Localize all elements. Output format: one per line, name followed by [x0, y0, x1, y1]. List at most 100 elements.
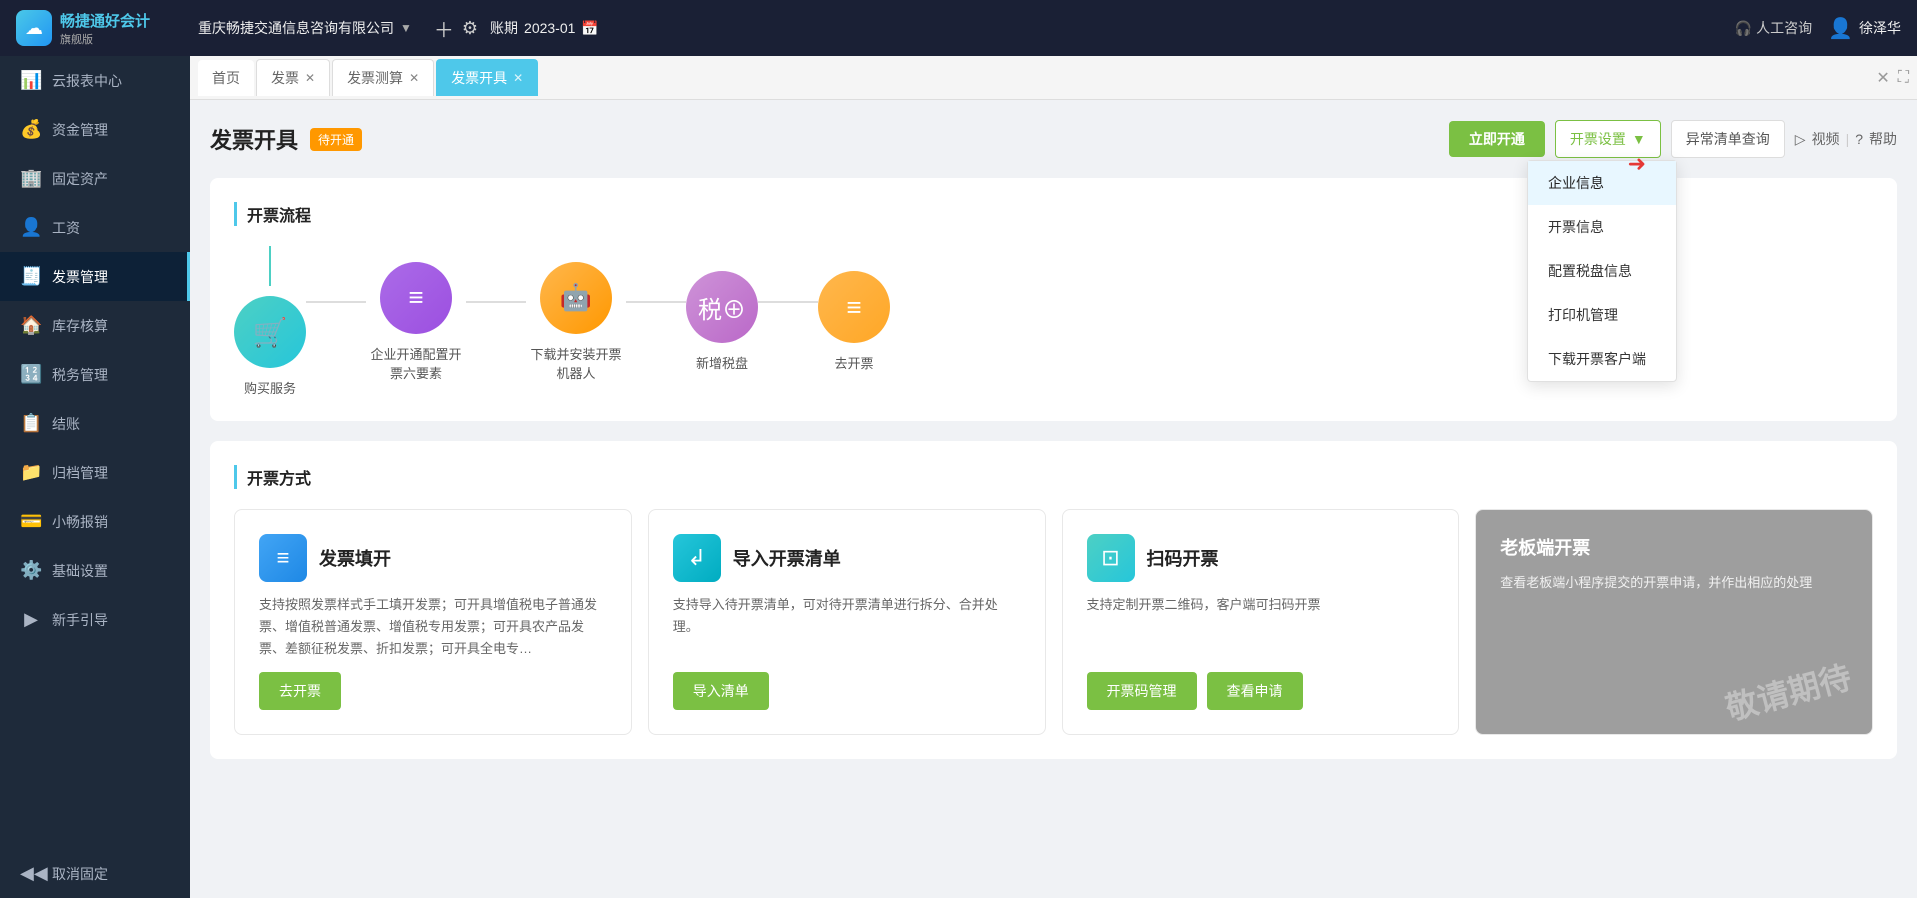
sidebar-item-basic-settings[interactable]: ⚙️ 基础设置	[0, 546, 190, 595]
sidebar-item-xiao-bao[interactable]: 💳 小畅报销	[0, 497, 190, 546]
tab-bar: 首页 发票 ✕ 发票测算 ✕ 发票开具 ✕ ✕ ⛶	[190, 56, 1917, 100]
tab-invoice[interactable]: 发票 ✕	[256, 59, 330, 96]
import-list-title: 导入开票清单	[733, 545, 841, 571]
tax-icon: 🔢	[20, 364, 42, 385]
dropdown-item-tax-config[interactable]: 配置税盘信息	[1528, 249, 1676, 293]
cancel-fixed-icon: ◀◀	[20, 863, 42, 884]
sidebar-item-cancel-fixed[interactable]: ◀◀ 取消固定	[0, 849, 190, 898]
scan-invoice-icon: ⊡	[1087, 534, 1135, 582]
user-avatar: 👤	[1828, 16, 1853, 41]
download-robot-label: 下载并安装开票机器人	[526, 344, 626, 382]
methods-section: 开票方式 ≡ 发票填开 支持按照发票样式手工填开发票；可开具增值税电子普通发票、…	[210, 441, 1897, 759]
period-value: 2023-01	[524, 20, 575, 36]
content-area: 首页 发票 ✕ 发票测算 ✕ 发票开具 ✕ ✕ ⛶	[190, 56, 1917, 898]
inventory-icon: 🏠	[20, 315, 42, 336]
sidebar-item-tax-mgmt[interactable]: 🔢 税务管理	[0, 350, 190, 399]
boss-invoice-title: 老板端开票	[1500, 534, 1590, 560]
company-name: 重庆畅捷交通信息咨询有限公司	[198, 18, 394, 38]
buy-service-icon: 🛒	[234, 296, 306, 368]
dropdown-item-invoice-info[interactable]: 开票信息	[1528, 205, 1676, 249]
boss-invoice-desc: 查看老板端小程序提交的开票申请，并作出相应的处理	[1500, 572, 1848, 594]
activate-button[interactable]: 立即开通	[1449, 121, 1545, 157]
app-edition: 旗舰版	[60, 31, 150, 47]
user-name: 徐泽华	[1859, 18, 1901, 38]
sidebar-item-invoice-mgmt[interactable]: 🧾 发票管理	[0, 252, 190, 301]
flow-step-config-enterprise: ≡ 企业开通配置开票六要素	[366, 262, 466, 382]
tab-invoice-calc[interactable]: 发票测算 ✕	[332, 59, 434, 96]
add-tax-disk-icon: 税⊕	[686, 271, 758, 343]
sidebar-item-fund-mgmt[interactable]: 💰 资金管理	[0, 105, 190, 154]
add-icon[interactable]: ＋	[434, 14, 454, 43]
sidebar-item-accounting[interactable]: 📋 结账	[0, 399, 190, 448]
tab-invoice-label: 发票	[271, 68, 299, 88]
buy-service-label: 购买服务	[244, 378, 296, 397]
user-info[interactable]: 👤 徐泽华	[1828, 16, 1901, 41]
support-link[interactable]: 🎧 人工咨询	[1735, 18, 1812, 38]
page-title: 发票开具	[210, 123, 298, 155]
help-icon[interactable]: ?	[1855, 131, 1863, 147]
scan-invoice-desc: 支持定制开票二维码，客户端可扫码开票	[1087, 594, 1435, 616]
scan-invoice-title: 扫码开票	[1147, 545, 1219, 571]
new-guide-icon: ▶	[20, 609, 42, 630]
anomaly-button[interactable]: 异常清单查询	[1671, 120, 1785, 158]
settings-icon[interactable]: ⚙	[462, 18, 478, 39]
video-help: ▷ 视频 | ? 帮助	[1795, 129, 1897, 149]
close-invoice-issue-tab-icon[interactable]: ✕	[513, 71, 523, 85]
period-label: 账期 2023-01 📅	[490, 18, 599, 38]
flow-step-download-robot: 🤖 下载并安装开票机器人	[526, 262, 626, 382]
download-robot-icon: 🤖	[540, 262, 612, 334]
dropdown-item-printer-mgmt[interactable]: 打印机管理	[1528, 293, 1676, 337]
method-card-scan-invoice: ⊡ 扫码开票 支持定制开票二维码，客户端可扫码开票 开票码管理 查看申请	[1062, 509, 1460, 735]
period-text: 账期	[490, 18, 518, 38]
logo-area: ☁ 畅捷通好会计 旗舰版	[16, 10, 176, 47]
method-card-import-list: ↲ 导入开票清单 支持导入待开票清单，可对待开票清单进行拆分、合并处理。 导入清…	[648, 509, 1046, 735]
close-window-icon[interactable]: ✕	[1876, 68, 1889, 88]
sidebar-item-archive[interactable]: 📁 归档管理	[0, 448, 190, 497]
invoice-mgmt-icon: 🧾	[20, 266, 42, 287]
dropdown-item-company-info[interactable]: 企业信息	[1528, 161, 1676, 205]
support-label: 人工咨询	[1756, 18, 1812, 38]
manual-fill-button[interactable]: 去开票	[259, 672, 341, 710]
view-application-button[interactable]: 查看申请	[1207, 672, 1303, 710]
page-actions: 立即开通 开票设置 ▼ 异常清单查询 ▷ 视频 | ? 帮助	[1449, 120, 1897, 158]
import-list-desc: 支持导入待开票清单，可对待开票清单进行拆分、合并处理。	[673, 594, 1021, 638]
dropdown-item-download-client[interactable]: 下载开票客户端	[1528, 337, 1676, 381]
import-list-button[interactable]: 导入清单	[673, 672, 769, 710]
page-content: 发票开具 待开通 立即开通 开票设置 ▼ 异常清单查询 ▷ 视频	[190, 100, 1917, 898]
flow-step-buy-service: 🛒 购买服务	[234, 246, 306, 397]
company-selector[interactable]: 重庆畅捷交通信息咨询有限公司 ▼	[188, 12, 422, 44]
sidebar-item-cloud-report[interactable]: 📊 云报表中心	[0, 56, 190, 105]
settings-button-label: 开票设置	[1570, 129, 1626, 149]
logo-icon: ☁	[16, 10, 52, 46]
sidebar-item-fixed-assets[interactable]: 🏢 固定资产	[0, 154, 190, 203]
tab-home-label: 首页	[212, 68, 240, 88]
tab-invoice-calc-label: 发票测算	[347, 68, 403, 88]
manual-fill-title: 发票填开	[319, 545, 391, 571]
tab-home[interactable]: 首页	[198, 60, 254, 96]
play-icon[interactable]: ▷	[1795, 131, 1806, 148]
sidebar-item-new-guide[interactable]: ▶ 新手引导	[0, 595, 190, 644]
top-bar: ☁ 畅捷通好会计 旗舰版 重庆畅捷交通信息咨询有限公司 ▼ ＋ ⚙ 账期 202…	[0, 0, 1917, 56]
close-invoice-tab-icon[interactable]: ✕	[305, 71, 315, 85]
app-name: 畅捷通好会计	[60, 10, 150, 31]
red-arrow: ➜	[1628, 151, 1646, 177]
maximize-icon[interactable]: ⛶	[1898, 69, 1909, 87]
calendar-icon[interactable]: 📅	[581, 20, 598, 37]
sidebar-item-payroll[interactable]: 👤 工资	[0, 203, 190, 252]
close-invoice-calc-tab-icon[interactable]: ✕	[409, 71, 419, 85]
sidebar-item-inventory[interactable]: 🏠 库存核算	[0, 301, 190, 350]
connector-1	[306, 301, 366, 303]
basic-settings-icon: ⚙️	[20, 560, 42, 581]
accounting-icon: 📋	[20, 413, 42, 434]
tab-invoice-issue[interactable]: 发票开具 ✕	[436, 59, 538, 96]
connector-4	[758, 301, 818, 303]
methods-section-title: 开票方式	[234, 465, 1873, 489]
invoice-code-mgmt-button[interactable]: 开票码管理	[1087, 672, 1197, 710]
config-enterprise-label: 企业开通配置开票六要素	[366, 344, 466, 382]
tab-invoice-issue-label: 发票开具	[451, 68, 507, 88]
page-header: 发票开具 待开通 立即开通 开票设置 ▼ 异常清单查询 ▷ 视频	[210, 120, 1897, 158]
flow-step-add-tax-disk: 税⊕ 新增税盘	[686, 271, 758, 372]
watermark: 敬请期待	[1720, 652, 1856, 730]
connector-2	[466, 301, 526, 303]
archive-icon: 📁	[20, 462, 42, 483]
